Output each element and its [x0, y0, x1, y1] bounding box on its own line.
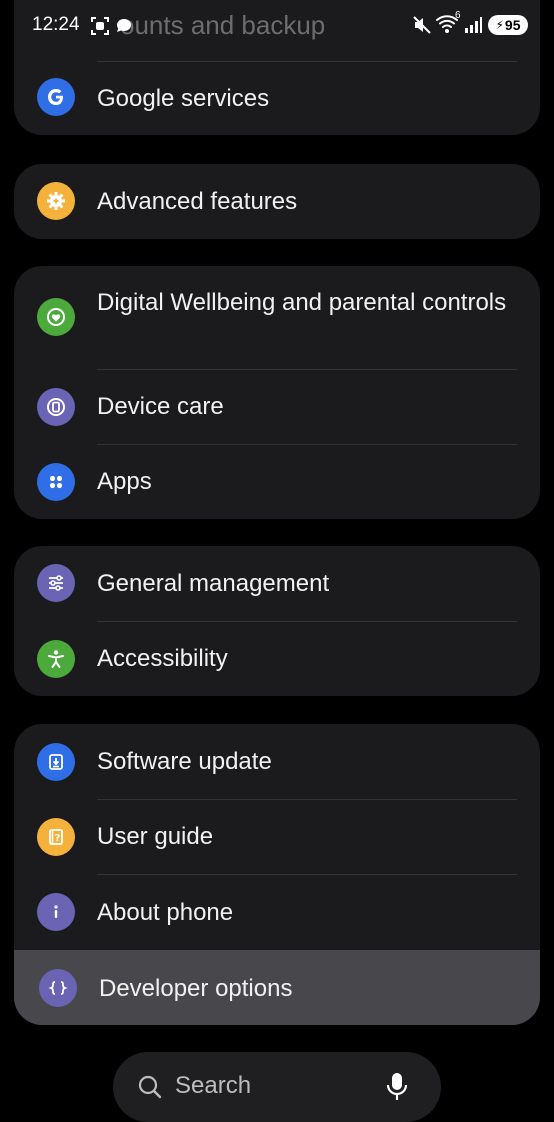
- page-title-partial: ounts and backup: [120, 10, 326, 40]
- settings-item-advanced-features[interactable]: Advanced features: [14, 164, 540, 239]
- svg-text:?: ?: [55, 833, 61, 844]
- device-care-icon: [37, 388, 75, 426]
- apps-grid-icon: [37, 463, 75, 501]
- settings-item-label: Accessibility: [97, 645, 228, 672]
- settings-item-apps[interactable]: Apps: [14, 445, 540, 519]
- screenshot-icon: [91, 17, 109, 35]
- settings-item-software-update[interactable]: Software update: [14, 724, 540, 799]
- settings-card-general: General management Accessibility: [14, 546, 540, 696]
- chat-bubble-icon: [117, 19, 131, 32]
- mute-icon: [413, 16, 431, 34]
- settings-card-advanced: Advanced features: [14, 164, 540, 239]
- gear-plus-icon: [37, 182, 75, 220]
- status-bar: ounts and backup 12:24 6 ⚡ 95: [0, 0, 554, 50]
- charging-icon: ⚡: [495, 18, 504, 32]
- settings-item-developer-options[interactable]: Developer options: [14, 950, 540, 1025]
- settings-item-label: User guide: [97, 823, 214, 850]
- heart-icon: [37, 298, 75, 336]
- question-book-icon: ?: [37, 818, 75, 856]
- settings-item-label: Digital Wellbeing and parental controls: [97, 289, 507, 316]
- search-icon: [138, 1075, 162, 1099]
- settings-item-google-services[interactable]: Google services: [14, 62, 540, 135]
- settings-item-label: Apps: [97, 468, 152, 495]
- settings-item-label: About phone: [97, 899, 234, 926]
- microphone-icon[interactable]: [385, 1072, 409, 1102]
- wifi-badge: 6: [455, 10, 461, 21]
- info-icon: [37, 893, 75, 931]
- settings-card-system: Software update ? User guide About phone: [14, 724, 540, 1025]
- settings-item-label: Device care: [97, 393, 224, 420]
- search-bar[interactable]: Search: [113, 1052, 441, 1122]
- sliders-icon: [37, 564, 75, 602]
- google-icon: [37, 78, 75, 116]
- braces-icon: [39, 969, 77, 1007]
- settings-item-general-management[interactable]: General management: [14, 546, 540, 621]
- settings-item-label: Advanced features: [97, 188, 298, 215]
- settings-item-digital-wellbeing[interactable]: Digital Wellbeing and parental controls: [14, 266, 540, 369]
- search-placeholder: Search: [175, 1072, 252, 1099]
- battery-level: 95: [504, 17, 521, 33]
- battery-indicator: ⚡ 95: [488, 15, 528, 35]
- status-time: 12:24: [32, 14, 80, 35]
- settings-item-label: Developer options: [99, 975, 293, 1002]
- settings-item-label: Google services: [97, 85, 270, 112]
- settings-item-label: Software update: [97, 748, 272, 775]
- settings-item-user-guide[interactable]: ? User guide: [14, 800, 540, 874]
- signal-icon: [465, 17, 482, 33]
- download-icon: [37, 743, 75, 781]
- settings-item-device-care[interactable]: Device care: [14, 370, 540, 444]
- accessibility-icon: [37, 640, 75, 678]
- settings-item-accessibility[interactable]: Accessibility: [14, 622, 540, 696]
- settings-item-about-phone[interactable]: About phone: [14, 875, 540, 950]
- settings-card-wellbeing: Digital Wellbeing and parental controls …: [14, 266, 540, 519]
- settings-item-label: General management: [97, 570, 330, 597]
